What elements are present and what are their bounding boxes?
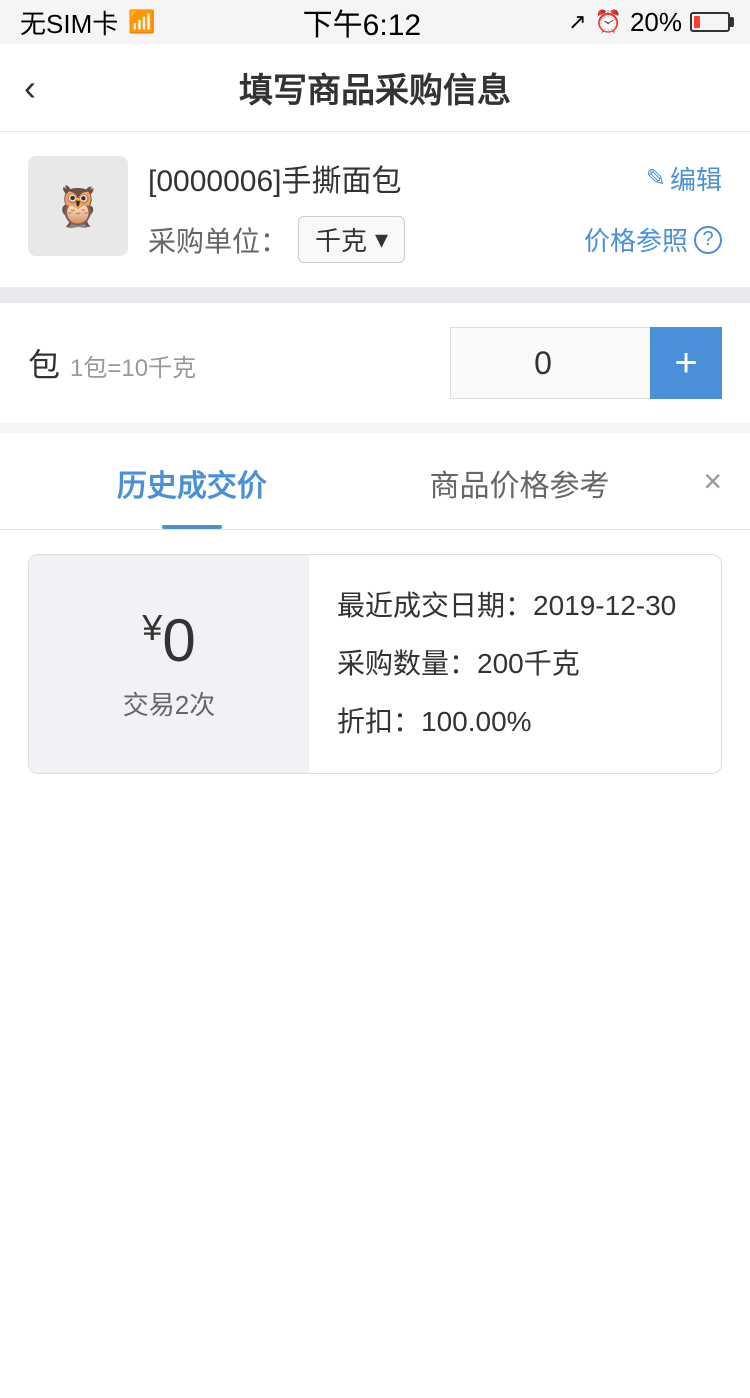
trade-count: 交易2次 xyxy=(123,685,215,722)
price-reference-button[interactable]: 价格参照 ? xyxy=(584,221,722,258)
history-card: ¥0 交易2次 最近成交日期：2019-12-30 采购数量：200千克 折扣：… xyxy=(28,554,722,774)
discount-row: 折扣：100.00% xyxy=(337,701,693,743)
edit-button[interactable]: ✎ 编辑 xyxy=(646,160,722,197)
quantity-left: 包 1包=10千克 xyxy=(28,340,196,386)
quantity-plus-button[interactable]: + xyxy=(650,327,722,399)
help-icon: ? xyxy=(694,226,722,254)
history-price-left: ¥0 交易2次 xyxy=(29,555,309,773)
location-icon: ↗ xyxy=(568,9,586,35)
product-image: 🦉 xyxy=(28,156,128,256)
history-price-value: ¥0 xyxy=(142,606,195,675)
status-time: 下午6:12 xyxy=(303,0,421,44)
status-bar: 无SIM卡 📶 下午6:12 ↗ ⏰ 20% xyxy=(0,0,750,44)
nav-bar: ‹ 填写商品采购信息 xyxy=(0,44,750,132)
content-area xyxy=(0,798,750,1398)
recent-date-value: 2019-12-30 xyxy=(533,590,676,621)
alarm-icon: ⏰ xyxy=(595,9,622,35)
edit-label: 编辑 xyxy=(670,160,722,197)
quantity-row: 包 1包=10千克 + xyxy=(0,303,750,423)
product-info: [0000006]手撕面包 ✎ 编辑 采购单位： 千克 ▾ 价格参照 ? xyxy=(148,156,722,263)
history-details-right: 最近成交日期：2019-12-30 采购数量：200千克 折扣：100.00% xyxy=(309,555,721,773)
back-button[interactable]: ‹ xyxy=(24,67,36,109)
product-top: 🦉 [0000006]手撕面包 ✎ 编辑 采购单位： 千克 ▾ xyxy=(28,156,722,263)
quantity-hint: 1包=10千克 xyxy=(70,348,196,383)
carrier-label: 无SIM卡 xyxy=(20,4,118,41)
purchase-qty-label: 采购数量： xyxy=(337,648,477,679)
page-title: 填写商品采购信息 xyxy=(239,63,511,112)
edit-icon: ✎ xyxy=(646,164,666,193)
product-card: 🦉 [0000006]手撕面包 ✎ 编辑 采购单位： 千克 ▾ xyxy=(0,132,750,287)
product-name-row: [0000006]手撕面包 ✎ 编辑 xyxy=(148,156,722,200)
status-right: ↗ ⏰ 20% xyxy=(568,7,730,38)
unit-selector-group: 采购单位： 千克 ▾ xyxy=(148,216,405,263)
section-divider xyxy=(0,287,750,303)
tab-product-price-ref[interactable]: 商品价格参考 xyxy=(356,433,684,529)
status-left: 无SIM卡 📶 xyxy=(20,4,156,41)
quantity-input[interactable] xyxy=(450,327,650,399)
wifi-icon: 📶 xyxy=(128,9,155,35)
purchase-qty-row: 采购数量：200千克 xyxy=(337,643,693,685)
quantity-control: + xyxy=(450,327,722,399)
price-panel: 历史成交价 商品价格参考 × ¥0 交易2次 最近成交日期：2019-12-30… xyxy=(0,433,750,1398)
unit-label: 采购单位： xyxy=(148,220,288,260)
currency-symbol: ¥ xyxy=(142,607,162,648)
recent-date-label: 最近成交日期： xyxy=(337,590,533,621)
product-name: [0000006]手撕面包 xyxy=(148,156,401,200)
purchase-qty-value: 200千克 xyxy=(477,648,580,679)
tab-history-price[interactable]: 历史成交价 xyxy=(28,433,356,529)
unit-select[interactable]: 千克 ▾ xyxy=(298,216,405,263)
battery-icon xyxy=(690,12,730,32)
panel-tabs: 历史成交价 商品价格参考 × xyxy=(0,433,750,530)
discount-label: 折扣： xyxy=(337,706,421,737)
price-ref-label: 价格参照 xyxy=(584,221,688,258)
product-unit-row: 采购单位： 千克 ▾ 价格参照 ? xyxy=(148,216,722,263)
discount-value: 100.00% xyxy=(421,706,532,737)
battery-percent: 20% xyxy=(630,7,682,38)
recent-date-row: 最近成交日期：2019-12-30 xyxy=(337,585,693,627)
quantity-unit: 包 xyxy=(28,340,60,386)
dropdown-arrow-icon: ▾ xyxy=(375,224,388,255)
panel-close-button[interactable]: × xyxy=(683,443,722,520)
product-thumbnail: 🦉 xyxy=(53,183,103,230)
unit-value: 千克 xyxy=(315,221,367,258)
